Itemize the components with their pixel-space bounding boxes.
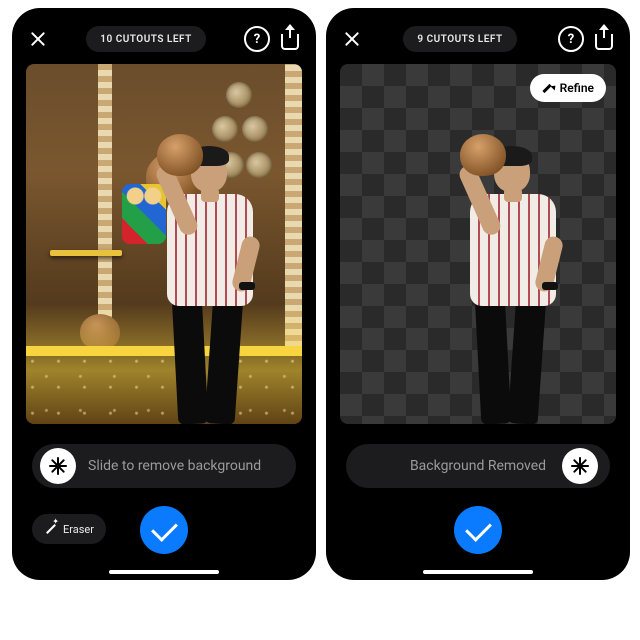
refine-button[interactable]: Refine <box>530 74 606 102</box>
sparkle-icon <box>49 457 67 475</box>
remove-bg-slider[interactable]: Slide to remove background <box>32 444 296 488</box>
home-indicator[interactable] <box>109 570 219 574</box>
cutouts-remaining-label: 9 CUTOUTS LEFT <box>417 34 502 45</box>
image-canvas-transparent[interactable]: Refine <box>340 64 616 424</box>
slider-knob[interactable] <box>562 448 598 484</box>
top-bar: 10 CUTOUTS LEFT ? <box>12 22 316 56</box>
phone-after: 9 CUTOUTS LEFT ? Refine Background Remov… <box>326 8 630 580</box>
share-icon[interactable] <box>594 28 614 50</box>
cutouts-remaining-pill[interactable]: 10 CUTOUTS LEFT <box>86 26 205 52</box>
checkmark-icon <box>151 515 178 542</box>
image-canvas[interactable] <box>26 64 302 424</box>
slider-prompt: Slide to remove background <box>84 458 296 474</box>
help-icon[interactable]: ? <box>558 26 584 52</box>
phone-before: 10 CUTOUTS LEFT ? <box>12 8 316 580</box>
confirm-button[interactable] <box>454 506 502 554</box>
pencil-icon <box>542 82 554 94</box>
share-icon[interactable] <box>280 28 300 50</box>
checkmark-icon <box>465 515 492 542</box>
sparkle-icon <box>571 457 589 475</box>
confirm-button[interactable] <box>140 506 188 554</box>
eraser-button[interactable]: Eraser <box>32 514 106 544</box>
close-icon[interactable] <box>28 29 48 49</box>
photo-scene <box>26 64 302 424</box>
close-icon[interactable] <box>342 29 362 49</box>
eraser-label: Eraser <box>63 523 94 536</box>
refine-label: Refine <box>560 81 594 95</box>
subject-cutout <box>450 132 586 424</box>
cutouts-remaining-pill[interactable]: 9 CUTOUTS LEFT <box>403 26 516 52</box>
cutouts-remaining-label: 10 CUTOUTS LEFT <box>100 34 191 45</box>
wand-icon <box>44 523 56 535</box>
remove-bg-slider-done: Background Removed <box>346 444 610 488</box>
slider-knob[interactable] <box>40 448 76 484</box>
subject-person <box>147 132 283 424</box>
comparison-stage: 10 CUTOUTS LEFT ? <box>0 0 640 640</box>
top-bar: 9 CUTOUTS LEFT ? <box>326 22 630 56</box>
help-icon[interactable]: ? <box>244 26 270 52</box>
home-indicator[interactable] <box>423 570 533 574</box>
